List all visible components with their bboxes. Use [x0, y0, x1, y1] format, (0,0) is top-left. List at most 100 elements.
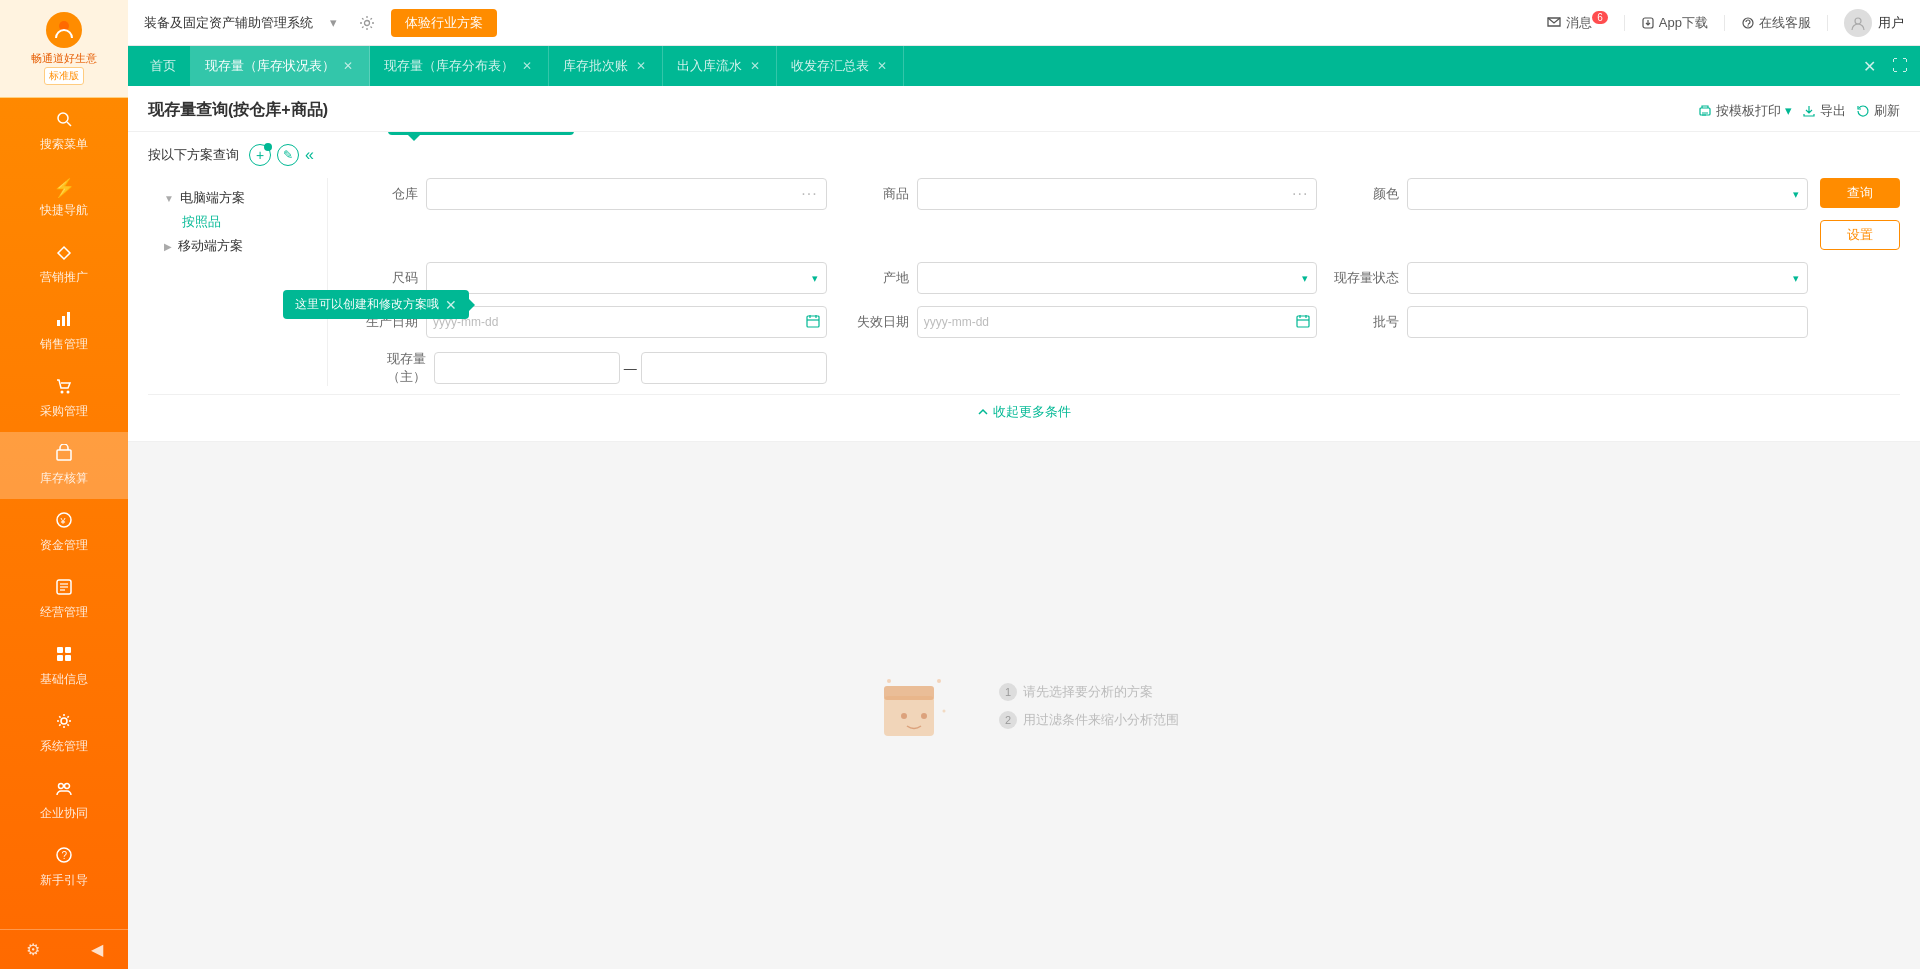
sidebar-item-enterprise[interactable]: 企业协同 [0, 767, 128, 834]
batch-input[interactable] [1407, 306, 1808, 338]
sidebar-item-guide[interactable]: ? 新手引导 [0, 834, 128, 901]
sidebar-item-search[interactable]: 搜索菜单 [0, 98, 128, 165]
sidebar-item-label: 搜索菜单 [40, 136, 88, 153]
svg-point-1 [58, 113, 68, 123]
sidebar-item-purchase[interactable]: 采购管理 [0, 365, 128, 432]
expire-date-from[interactable]: yyyy-mm-dd [917, 306, 1318, 338]
tooltip2-close-btn[interactable]: ✕ [445, 297, 457, 313]
color-select[interactable]: ▾ [1407, 178, 1808, 210]
tab-close-btn[interactable]: ✕ [341, 57, 355, 75]
search-btn[interactable]: 查询 [1820, 178, 1900, 208]
export-btn-label: 导出 [1820, 102, 1846, 120]
sidebar-settings-btn[interactable]: ⚙ [26, 940, 40, 959]
calendar-icon2 [1296, 314, 1310, 331]
scheme-tree-panel: ▼ 电脑端方案 按照品 ▶ 移动端方案 [148, 178, 328, 386]
product-select[interactable]: ··· [917, 178, 1318, 210]
origin-select[interactable]: ▾ [917, 262, 1318, 294]
topbar-settings-btn[interactable] [353, 9, 381, 37]
search-menu-icon [55, 110, 73, 133]
scheme-edit-btn[interactable]: ✎ [277, 144, 299, 166]
app-download-btn[interactable]: App下载 [1641, 14, 1708, 32]
tooltip-scheme-hint: 电脑方案可设为移动方案哦 ✕ [388, 132, 574, 135]
color-select-arrow: ▾ [1793, 188, 1799, 201]
scheme-tree-pc[interactable]: ▼ 电脑端方案 [158, 186, 317, 210]
tab-close-all-btn[interactable]: ✕ [1859, 53, 1880, 80]
tab-inventory-dist[interactable]: 现存量（库存分布表） ✕ [370, 46, 549, 86]
filter-label: 按以下方案查询 [148, 146, 239, 164]
filter-field-origin: 产地 ▾ [839, 262, 1318, 294]
sidebar-item-inventory[interactable]: 库存核算 [0, 432, 128, 499]
topbar-left: 装备及固定资产辅助管理系统 ▾ 体验行业方案 [144, 9, 497, 37]
sidebar-collapse-btn[interactable]: ◀ [91, 940, 103, 959]
svg-rect-5 [67, 312, 70, 326]
sidebar-item-quick-nav[interactable]: ⚡ 快捷导航 [0, 165, 128, 231]
sidebar-item-system[interactable]: 系统管理 [0, 700, 128, 767]
collapse-filter-btn[interactable]: 收起更多条件 [148, 394, 1900, 429]
print-btn-label: 按模板打印 [1716, 102, 1781, 120]
svg-line-2 [67, 122, 71, 126]
sidebar-item-sales[interactable]: 销售管理 [0, 298, 128, 365]
collapse-filter-label: 收起更多条件 [993, 403, 1071, 421]
tab-summary[interactable]: 收发存汇总表 ✕ [777, 46, 904, 86]
tab-inventory-status[interactable]: 现存量（库存状况表） ✕ [191, 46, 370, 86]
system-icon [55, 712, 73, 735]
svg-point-42 [937, 679, 941, 683]
reset-btn[interactable]: 设置 [1820, 220, 1900, 250]
system-dropdown-btn[interactable]: ▾ [323, 13, 343, 33]
tab-close-btn[interactable]: ✕ [748, 57, 762, 75]
scheme-tree-pc-child[interactable]: 按照品 [158, 210, 317, 234]
tab-home[interactable]: 首页 [136, 46, 191, 86]
prod-date-from[interactable]: yyyy-mm-dd [426, 306, 827, 338]
tab-fullscreen-btn[interactable]: ⛶ [1888, 53, 1912, 79]
stock-qty-from[interactable] [434, 352, 620, 384]
msg-btn[interactable]: 消息 6 [1546, 14, 1608, 32]
tab-close-btn[interactable]: ✕ [875, 57, 889, 75]
filter-buttons-col: 查询 设置 [1820, 178, 1900, 250]
sidebar-item-marketing[interactable]: 营销推广 [0, 231, 128, 298]
export-btn[interactable]: 导出 [1802, 102, 1846, 120]
industry-solution-btn[interactable]: 体验行业方案 [391, 9, 497, 37]
user-menu-btn[interactable]: 用户 [1844, 9, 1904, 37]
sidebar-item-label: 新手引导 [40, 872, 88, 889]
sidebar-item-finance[interactable]: ¥ 资金管理 [0, 499, 128, 566]
stock-qty-to[interactable] [641, 352, 827, 384]
scheme-add-btn[interactable]: + [249, 144, 271, 166]
tooltip-scheme-create-hint: 这里可以创建和修改方案哦 ✕ [283, 290, 469, 319]
scheme-tree-mobile[interactable]: ▶ 移动端方案 [158, 234, 317, 258]
tab-batch-account[interactable]: 库存批次账 ✕ [549, 46, 663, 86]
print-btn[interactable]: 按模板打印 ▾ [1698, 102, 1792, 120]
origin-label: 产地 [839, 269, 909, 287]
app-name: 畅通道好生意 [31, 51, 97, 65]
sidebar-item-basic-info[interactable]: 基础信息 [0, 633, 128, 700]
filter-top: 按以下方案查询 + ✎ « 电脑方案可设为移动方案哦 ✕ [148, 144, 1900, 166]
tab-label: 收发存汇总表 [791, 57, 869, 75]
size-label: 尺码 [348, 269, 418, 287]
svg-point-6 [61, 391, 64, 394]
tab-close-btn[interactable]: ✕ [520, 57, 534, 75]
svg-rect-18 [65, 655, 71, 661]
tab-label: 首页 [150, 57, 176, 75]
filter-field-warehouse: 仓库 ··· [348, 178, 827, 210]
finance-icon: ¥ [55, 511, 73, 534]
sidebar-item-label: 销售管理 [40, 336, 88, 353]
svg-rect-29 [1700, 108, 1710, 115]
user-avatar [1844, 9, 1872, 37]
stock-qty-label: 现存量（主） [348, 350, 426, 386]
svg-rect-4 [62, 316, 65, 326]
tab-close-btn[interactable]: ✕ [634, 57, 648, 75]
system-name: 装备及固定资产辅助管理系统 [144, 14, 313, 32]
tab-label: 现存量（库存状况表） [205, 57, 335, 75]
online-support-btn[interactable]: 在线客服 [1741, 14, 1811, 32]
svg-point-41 [921, 713, 927, 719]
refresh-btn-label: 刷新 [1874, 102, 1900, 120]
tab-flow[interactable]: 出入库流水 ✕ [663, 46, 777, 86]
scheme-back-btn[interactable]: « [305, 146, 314, 164]
refresh-btn[interactable]: 刷新 [1856, 102, 1900, 120]
stock-status-select[interactable]: ▾ [1407, 262, 1808, 294]
sidebar-item-label: 企业协同 [40, 805, 88, 822]
sidebar-item-operations[interactable]: 经营管理 [0, 566, 128, 633]
hint-text-1: 请先选择要分析的方案 [1023, 683, 1153, 701]
svg-rect-15 [57, 647, 63, 653]
warehouse-select[interactable]: ··· [426, 178, 827, 210]
size-select[interactable]: ▾ [426, 262, 827, 294]
